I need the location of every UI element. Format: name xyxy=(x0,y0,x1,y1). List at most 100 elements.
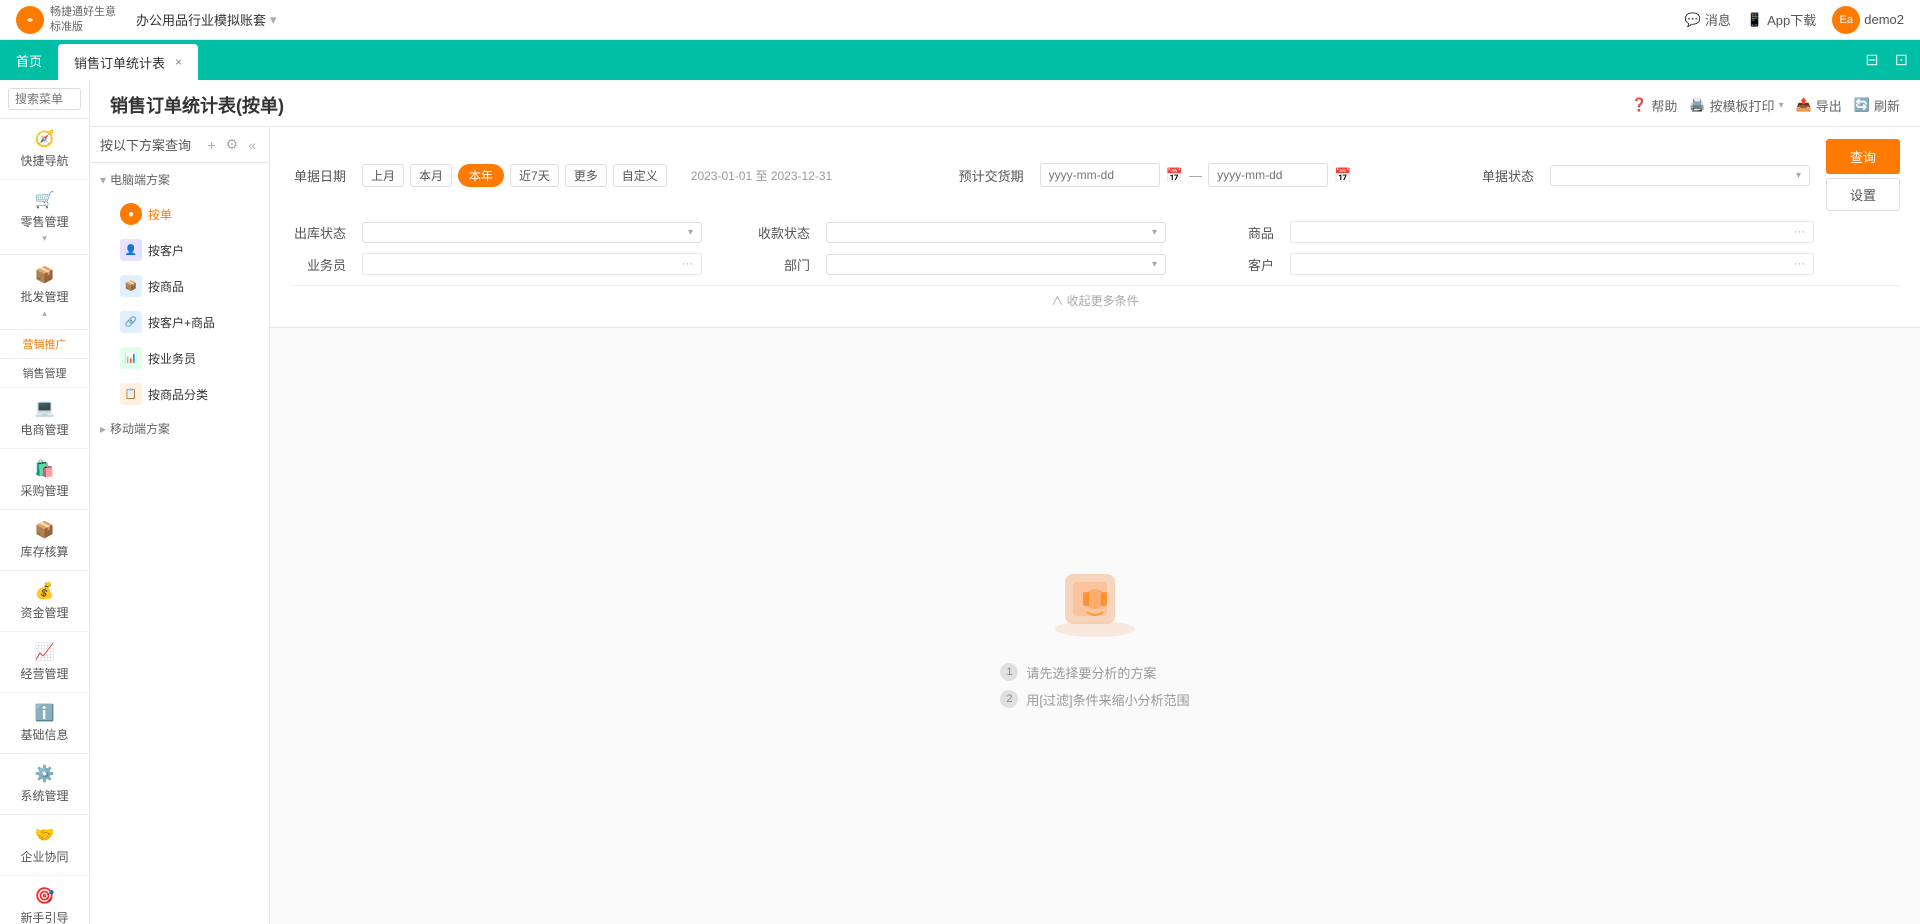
date-range-text: 2023-01-01 至 2023-12-31 xyxy=(691,167,832,184)
tree-item-by-cust-prod[interactable]: 🔗 按客户+商品 xyxy=(110,304,269,340)
goods-label: 商品 xyxy=(1218,223,1274,242)
export-icon: 📤 xyxy=(1796,97,1812,113)
tree-item-by-salesman[interactable]: 📊 按业务员 xyxy=(110,340,269,376)
top-header: 畅捷通好生意 标准版 办公用品行业模拟账套 ▾ 💬 消息 📱 App下载 Ea … xyxy=(0,0,1920,40)
search-input[interactable] xyxy=(8,88,81,110)
left-panel-header-actions: + ⚙ « xyxy=(204,135,259,154)
sidebar-item-sales[interactable]: 销售管理 xyxy=(0,359,89,388)
filter-row-1: 单据日期 上月 本月 本年 近7天 更多 自定义 2023-01-01 至 20… xyxy=(290,139,1900,211)
dept-select[interactable]: ▾ xyxy=(826,254,1166,275)
wholesale-icon: 📦 xyxy=(35,265,55,285)
salesman-label: 业务员 xyxy=(290,255,346,274)
date-btn-custom[interactable]: 自定义 xyxy=(613,164,667,187)
export-button[interactable]: 📤 导出 xyxy=(1796,96,1842,115)
calendar-start-icon[interactable]: 📅 xyxy=(1166,167,1183,184)
header-left: 畅捷通好生意 标准版 办公用品行业模拟账套 ▾ xyxy=(16,5,277,34)
empty-hint-2: 2 用[过滤]条件来缩小分析范围 xyxy=(1000,690,1189,709)
empty-hints: 1 请先选择要分析的方案 2 用[过滤]条件来缩小分析范围 xyxy=(1000,663,1189,709)
tab-close-icon[interactable]: × xyxy=(175,55,182,69)
tree-group-mobile[interactable]: ▸ 移动端方案 xyxy=(90,412,269,445)
print-icon: 🖨️ xyxy=(1689,97,1705,113)
system-icon: ⚙️ xyxy=(35,764,55,784)
ecommerce-icon: 💻 xyxy=(35,398,55,418)
inventory-icon: 📦 xyxy=(35,520,55,540)
tree-item-by-customer[interactable]: 👤 按客户 xyxy=(110,232,269,268)
main-layout: 🧭 快捷导航 🛒 零售管理 ▾ 📦 批发管理 ▴ 营销推广 销售管理 💻 电商管… xyxy=(0,80,1920,924)
scheme-settings-button[interactable]: ⚙ xyxy=(223,135,242,154)
filter-row-2: 出库状态 ▾ 收款状态 ▾ 商品 xyxy=(290,221,1900,243)
expected-date-inputs: 📅 — 📅 xyxy=(1040,163,1352,187)
outbound-select[interactable]: ▾ xyxy=(362,222,702,243)
payment-select[interactable]: ▾ xyxy=(826,222,1166,243)
sidebar-item-ecommerce[interactable]: 💻 电商管理 xyxy=(0,388,89,449)
salesman-input[interactable]: ··· xyxy=(362,253,702,275)
by-order-icon: ● xyxy=(120,203,142,225)
help-button[interactable]: ❓ 帮助 xyxy=(1631,96,1677,115)
sidebar-item-retail[interactable]: 🛒 零售管理 ▾ xyxy=(0,180,89,255)
settings-button[interactable]: 设置 xyxy=(1826,178,1900,211)
collapse-bar[interactable]: ∧ 收起更多条件 xyxy=(290,285,1900,315)
empty-hint-1: 1 请先选择要分析的方案 xyxy=(1000,663,1189,682)
outbound-label: 出库状态 xyxy=(290,223,346,242)
tab-sales-stat[interactable]: 销售订单统计表 × xyxy=(58,44,198,80)
sidebar-item-quicknav[interactable]: 🧭 快捷导航 xyxy=(0,119,89,180)
tree-item-by-product[interactable]: 📦 按商品 xyxy=(110,268,269,304)
print-template-button[interactable]: 🖨️ 按模板打印 ▾ xyxy=(1689,96,1783,115)
left-panel-header: 按以下方案查询 + ⚙ « xyxy=(90,127,269,163)
by-cust-prod-icon: 🔗 xyxy=(120,311,142,333)
tab-bar: 首页 销售订单统计表 × ⊟ ⊡ xyxy=(0,40,1920,80)
retail-icon: 🛒 xyxy=(35,190,55,210)
expected-date-end-input[interactable] xyxy=(1208,163,1328,187)
message-button[interactable]: 💬 消息 xyxy=(1685,10,1731,29)
salesman-more-icon: ··· xyxy=(682,258,693,270)
calendar-end-icon[interactable]: 📅 xyxy=(1334,167,1351,184)
logo-icon xyxy=(16,6,44,34)
date-btn-this-year[interactable]: 本年 xyxy=(458,164,504,187)
message-icon: 💬 xyxy=(1685,12,1701,28)
customer-label: 客户 xyxy=(1218,255,1274,274)
sidebar-item-purchase[interactable]: 🛍️ 采购管理 xyxy=(0,449,89,510)
sidebar-item-finance[interactable]: 💰 资金管理 xyxy=(0,571,89,632)
customer-more-icon: ··· xyxy=(1794,258,1805,270)
hint-num-2: 2 xyxy=(1000,690,1018,708)
tree-item-by-order[interactable]: ● 按单 xyxy=(110,196,269,232)
tab-minimize-button[interactable]: ⊟ xyxy=(1861,46,1882,74)
tree-group-desktop[interactable]: ▾ 电脑端方案 xyxy=(90,163,269,196)
collapse-panel-button[interactable]: « xyxy=(245,135,259,154)
date-btn-more[interactable]: 更多 xyxy=(565,164,607,187)
sidebar-item-basic[interactable]: ℹ️ 基础信息 xyxy=(0,693,89,754)
user-area[interactable]: Ea demo2 xyxy=(1832,6,1904,34)
sidebar: 🧭 快捷导航 🛒 零售管理 ▾ 📦 批发管理 ▴ 营销推广 销售管理 💻 电商管… xyxy=(0,80,90,924)
sidebar-item-wholesale[interactable]: 📦 批发管理 ▴ xyxy=(0,255,89,330)
dept-label: 部门 xyxy=(754,255,810,274)
inner-layout: 按以下方案查询 + ⚙ « ▾ 电脑端方案 ● 按单 xyxy=(90,127,1920,924)
help-icon: ❓ xyxy=(1631,97,1647,113)
tab-home[interactable]: 首页 xyxy=(0,40,58,80)
sidebar-item-business[interactable]: 📈 经营管理 xyxy=(0,632,89,693)
avatar: Ea xyxy=(1832,6,1860,34)
date-btn-7days[interactable]: 近7天 xyxy=(510,164,559,187)
empty-illustration xyxy=(1035,544,1155,647)
goods-more-icon: ··· xyxy=(1794,226,1805,238)
sidebar-item-inventory[interactable]: 📦 库存核算 xyxy=(0,510,89,571)
customer-input[interactable]: ··· xyxy=(1290,253,1814,275)
sidebar-search-area xyxy=(0,80,89,119)
goods-input[interactable]: ··· xyxy=(1290,221,1814,243)
date-btn-this-month[interactable]: 本月 xyxy=(410,164,452,187)
app-selector[interactable]: 办公用品行业模拟账套 ▾ xyxy=(136,10,277,29)
sidebar-item-marketing[interactable]: 营销推广 xyxy=(0,330,89,359)
sidebar-item-system[interactable]: ⚙️ 系统管理 xyxy=(0,754,89,815)
date-btn-last-month[interactable]: 上月 xyxy=(362,164,404,187)
sidebar-item-enterprise[interactable]: 🤝 企业协同 xyxy=(0,815,89,876)
query-button[interactable]: 查询 xyxy=(1826,139,1900,174)
status-select[interactable]: ▾ xyxy=(1550,165,1810,186)
add-scheme-button[interactable]: + xyxy=(204,135,218,154)
dept-chevron-icon: ▾ xyxy=(1152,259,1157,270)
refresh-button[interactable]: 🔄 刷新 xyxy=(1854,96,1900,115)
tree-item-by-category[interactable]: 📋 按商品分类 xyxy=(110,376,269,412)
app-download-button[interactable]: 📱 App下载 xyxy=(1747,10,1816,29)
tab-maximize-button[interactable]: ⊡ xyxy=(1891,46,1912,74)
by-customer-icon: 👤 xyxy=(120,239,142,261)
expected-date-start-input[interactable] xyxy=(1040,163,1160,187)
sidebar-item-newbie[interactable]: 🎯 新手引导 xyxy=(0,876,89,924)
